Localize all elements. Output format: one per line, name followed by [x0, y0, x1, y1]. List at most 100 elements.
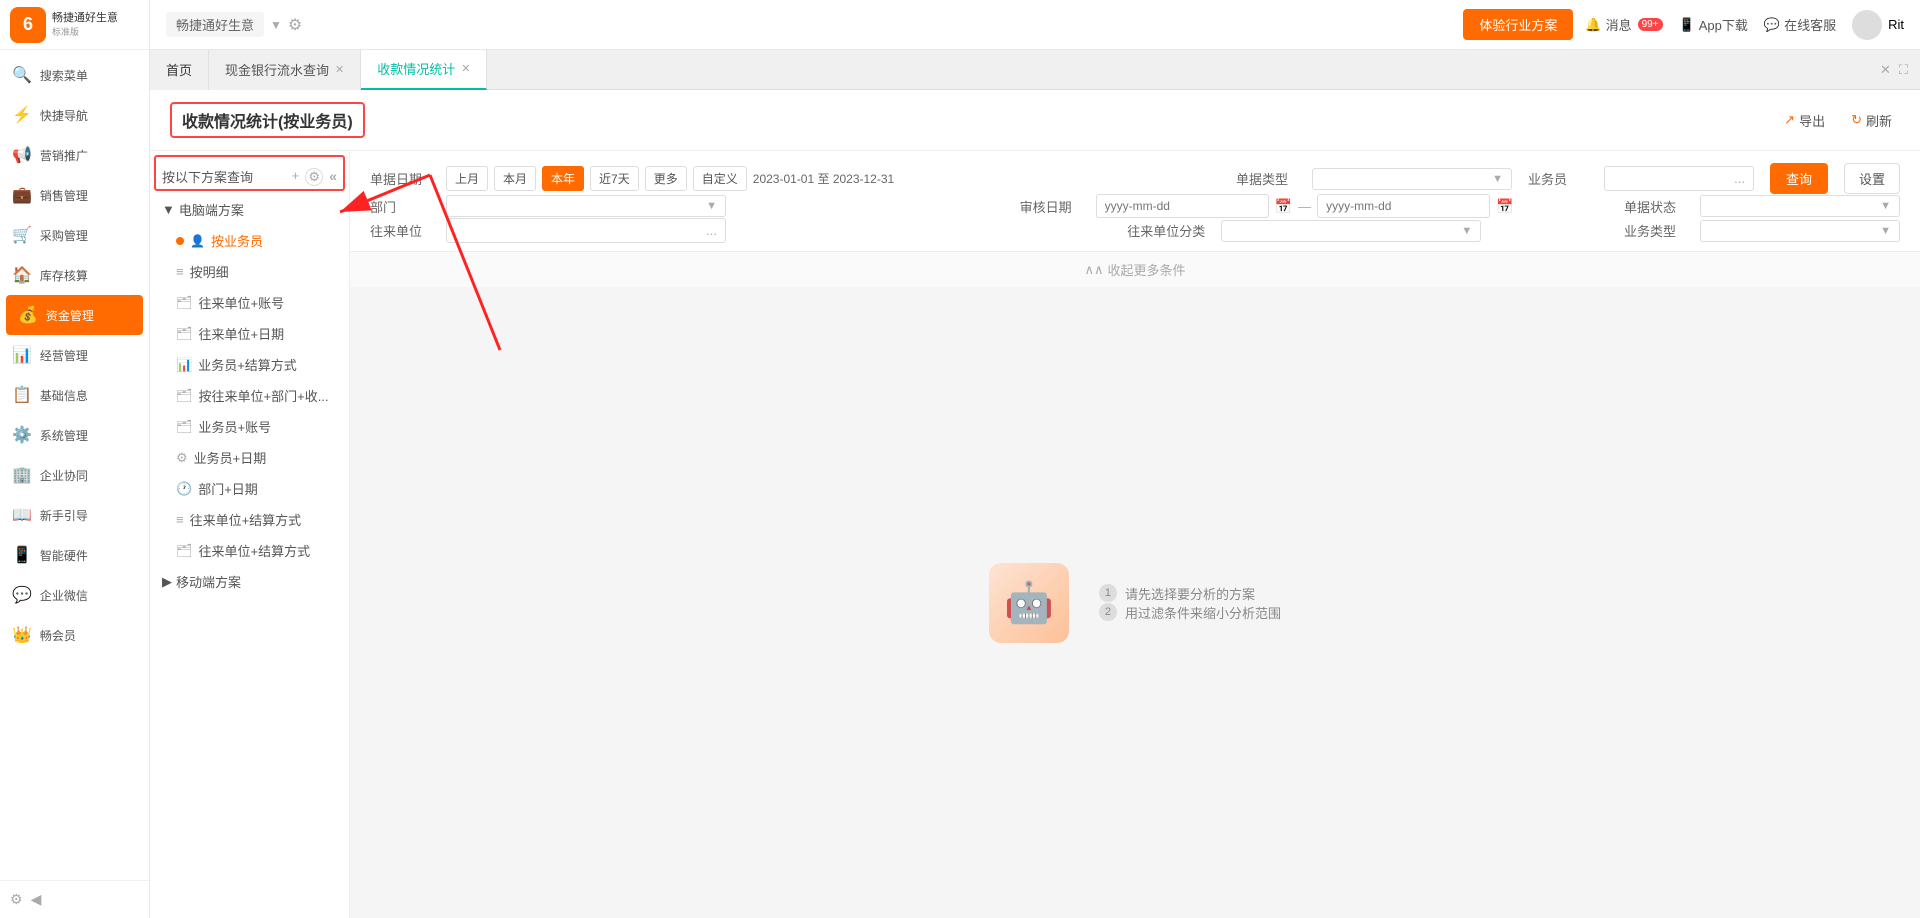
refresh-icon: ↻ [1851, 112, 1862, 128]
review-date-to[interactable] [1317, 194, 1490, 218]
left-panel-header-actions: + ⚙ « [292, 168, 337, 186]
scheme-item-partner-account[interactable]: 🗂 往来单位+账号 [150, 287, 349, 318]
sidebar-item-operation[interactable]: 📊 经营管理 [0, 335, 149, 375]
scheme-item-salesman-date[interactable]: ⚙ 业务员+日期 [150, 442, 349, 473]
tab-receipt-close[interactable]: ✕ [461, 62, 470, 75]
scheme-item-partner-dept[interactable]: 🗂 按往来单位+部门+收... [150, 380, 349, 411]
sales-icon: 💼 [12, 185, 32, 205]
doc-status-select[interactable]: ▼ [1700, 195, 1900, 217]
sidebar-item-search[interactable]: 🔍 搜索菜单 [0, 55, 149, 95]
partner-category-select[interactable]: ▼ [1221, 220, 1481, 242]
sidebar-item-basic[interactable]: 📋 基础信息 [0, 375, 149, 415]
scheme-item-partner-settlement1[interactable]: ≡ 往来单位+结算方式 [150, 504, 349, 535]
sidebar: 6 畅捷通好生意 标准版 🔍 搜索菜单 ⚡ 快捷导航 📢 营销推广 💼 销售管理… [0, 0, 150, 918]
sidebar-item-sales[interactable]: 💼 销售管理 [0, 175, 149, 215]
scheme-group-desktop-title[interactable]: ▼ 电脑端方案 [150, 194, 349, 225]
notification-btn[interactable]: 🔔 消息 99+ [1585, 15, 1662, 34]
empty-robot-icon: 🤖 [989, 563, 1069, 643]
settings-bottom-icon[interactable]: ⚙ [10, 891, 23, 908]
filter-area: 单据日期 上月 本月 本年 近7天 更多 自定义 2023-01-01 至 20… [350, 151, 1920, 251]
biz-type-arrow-icon: ▼ [1880, 225, 1891, 237]
export-icon: ↗ [1784, 112, 1795, 128]
sidebar-item-enterprise[interactable]: 🏢 企业协同 [0, 455, 149, 495]
partner-settlement2-icon: 🗂 [176, 543, 193, 559]
topbar: 畅捷通好生意 ▼ ⚙ 体验行业方案 🔔 消息 99+ 📱 App下载 💬 在线客… [150, 0, 1920, 50]
export-btn[interactable]: ↗ 导出 [1776, 107, 1833, 134]
scheme-item-partner-date[interactable]: 🗂 往来单位+日期 [150, 318, 349, 349]
calendar-to-icon[interactable]: 📅 [1496, 198, 1513, 215]
tab-cashflow-close[interactable]: ✕ [335, 63, 344, 76]
scheme-item-detail[interactable]: ≡ 按明细 [150, 256, 349, 287]
calendar-from-icon[interactable]: 📅 [1275, 198, 1292, 215]
step-1-num: 1 [1099, 584, 1117, 602]
refresh-btn[interactable]: ↻ 刷新 [1843, 107, 1900, 134]
scheme-item-by-salesman[interactable]: 👤 按业务员 [150, 225, 349, 256]
trial-btn[interactable]: 体验行业方案 [1463, 9, 1573, 40]
tab-receipt[interactable]: 收款情况统计 ✕ [361, 50, 487, 90]
tab-home[interactable]: 首页 [150, 50, 209, 90]
collapse-sidebar-icon[interactable]: ◀ [31, 891, 42, 908]
topbar-app-name: 畅捷通好生意 [166, 12, 264, 37]
scheme-settings-icon[interactable]: ⚙ [305, 168, 323, 186]
sidebar-item-inventory[interactable]: 🏠 库存核算 [0, 255, 149, 295]
salesman-select[interactable]: ... [1604, 166, 1754, 191]
sidebar-item-nav[interactable]: ⚡ 快捷导航 [0, 95, 149, 135]
tabs-right-actions: ✕ ⛶ [1880, 62, 1920, 78]
basic-icon: 📋 [12, 385, 32, 405]
date-btn-more[interactable]: 更多 [645, 166, 687, 191]
download-icon: 📱 [1679, 17, 1695, 33]
add-scheme-icon[interactable]: + [292, 168, 300, 186]
date-btn-last-month[interactable]: 上月 [446, 166, 488, 191]
date-btn-this-year[interactable]: 本年 [542, 166, 584, 191]
tab-cashflow[interactable]: 现金银行流水查询 ✕ [209, 50, 361, 90]
sidebar-item-purchase[interactable]: 🛒 采购管理 [0, 215, 149, 255]
user-profile[interactable]: Rit [1852, 10, 1904, 40]
query-btn[interactable]: 查询 [1770, 163, 1828, 194]
maximize-icon[interactable]: ⛶ [1899, 62, 1908, 78]
collapse-panel-icon[interactable]: « [329, 168, 337, 186]
sidebar-item-system[interactable]: ⚙️ 系统管理 [0, 415, 149, 455]
scheme-item-dept-date[interactable]: 🕐 部门+日期 [150, 473, 349, 504]
collapse-bar[interactable]: ∧∧ 收起更多条件 [350, 251, 1920, 287]
sidebar-item-guide[interactable]: 📖 新手引导 [0, 495, 149, 535]
review-date-from[interactable] [1096, 194, 1269, 218]
salesman-more-icon[interactable]: ... [1734, 171, 1745, 186]
marketing-icon: 📢 [12, 145, 32, 165]
doc-type-label: 单据类型 [1236, 169, 1296, 188]
partner-select[interactable]: ... [446, 218, 726, 243]
date-btn-7days[interactable]: 近7天 [590, 166, 639, 191]
sidebar-item-hardware[interactable]: 📱 智能硬件 [0, 535, 149, 575]
sidebar-item-member[interactable]: 👑 畅会员 [0, 615, 149, 655]
date-btn-custom[interactable]: 自定义 [693, 166, 747, 191]
biz-type-select[interactable]: ▼ [1700, 220, 1900, 242]
scheme-item-salesman-settlement[interactable]: 📊 业务员+结算方式 [150, 349, 349, 380]
empty-illustration: 🤖 1 请先选择要分析的方案 2 用过滤条件来缩小分析范围 [989, 563, 1281, 643]
online-service-btn[interactable]: 💬 在线客服 [1764, 15, 1836, 34]
scheme-item-salesman-account[interactable]: 🗂 业务员+账号 [150, 411, 349, 442]
sidebar-item-finance[interactable]: 💰 资金管理 [6, 295, 143, 335]
content-wrapper: 单据日期 上月 本月 本年 近7天 更多 自定义 2023-01-01 至 20… [350, 151, 1920, 918]
partner-settlement1-icon: ≡ [176, 512, 184, 527]
dept-select[interactable]: ▼ [446, 195, 726, 217]
sidebar-bottom: ⚙ ◀ [0, 880, 149, 918]
tab-cashflow-label: 现金银行流水查询 [225, 60, 329, 79]
group-expand-icon: ▼ [162, 202, 175, 217]
sidebar-item-marketing[interactable]: 📢 营销推广 [0, 135, 149, 175]
scheme-item-partner-settlement2[interactable]: 🗂 往来单位+结算方式 [150, 535, 349, 566]
close-window-icon[interactable]: ✕ [1880, 62, 1891, 78]
topbar-dropdown-icon[interactable]: ▼ [270, 18, 282, 32]
scheme-group-mobile-title[interactable]: ▶ 移动端方案 [150, 566, 349, 597]
partner-more-icon[interactable]: ... [706, 223, 717, 238]
salesman-scheme-icon: 👤 [190, 234, 205, 248]
user-avatar [1852, 10, 1882, 40]
app-download-btn[interactable]: 📱 App下载 [1679, 15, 1748, 34]
user-name: Rit [1888, 17, 1904, 32]
partner-account-icon: 🗂 [176, 295, 193, 311]
filter-settings-btn[interactable]: 设置 [1844, 163, 1900, 194]
guide-icon: 📖 [12, 505, 32, 525]
topbar-settings-icon[interactable]: ⚙ [288, 15, 302, 35]
date-btn-this-month[interactable]: 本月 [494, 166, 536, 191]
doc-type-select[interactable]: ▼ [1312, 168, 1512, 190]
member-icon: 👑 [12, 625, 32, 645]
sidebar-item-wechat[interactable]: 💬 企业微信 [0, 575, 149, 615]
